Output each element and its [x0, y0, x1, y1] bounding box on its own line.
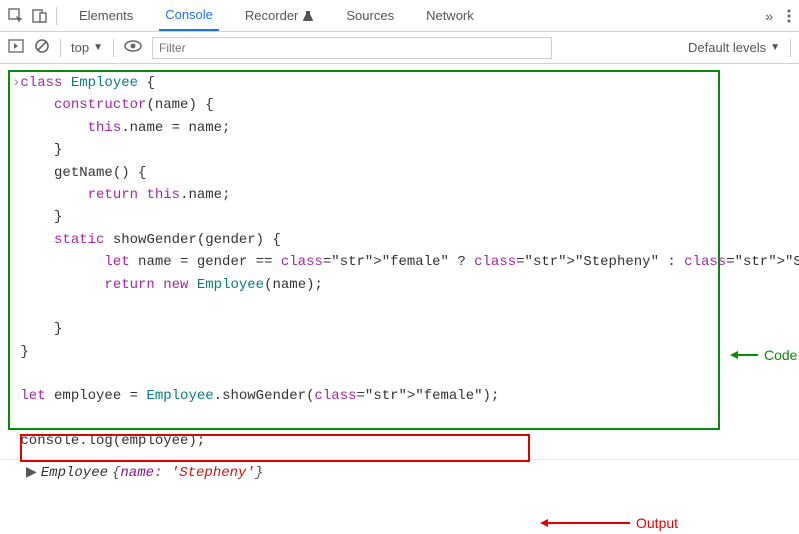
output-object-body: {name: 'Stepheny'}	[112, 462, 263, 484]
flask-icon	[302, 10, 314, 22]
tab-network[interactable]: Network	[420, 0, 480, 31]
divider	[56, 7, 57, 25]
console-input-row[interactable]: › class Employee { constructor(name) { t…	[0, 70, 799, 455]
output-annotation-label: Output	[636, 512, 678, 534]
filter-input[interactable]	[152, 37, 552, 59]
tab-recorder[interactable]: Recorder	[239, 0, 320, 31]
context-selector[interactable]: top ▼	[71, 40, 103, 55]
divider	[113, 39, 114, 57]
device-toggle-icon[interactable]	[32, 8, 48, 24]
tab-recorder-label: Recorder	[245, 8, 298, 23]
console-toolbar: top ▼ Default levels ▼	[0, 32, 799, 64]
divider	[790, 39, 791, 57]
code-block: class Employee { constructor(name) { thi…	[20, 72, 799, 453]
output-class-name: Employee	[41, 462, 108, 484]
code-annotation-label: Code	[764, 344, 797, 366]
console-body: › class Employee { constructor(name) { t…	[0, 64, 799, 486]
clear-console-icon[interactable]	[34, 38, 50, 57]
chevron-down-icon: ▼	[93, 42, 103, 53]
panel-tabs: Elements Console Recorder Sources Networ…	[73, 0, 480, 31]
more-tabs-button[interactable]: »	[765, 8, 773, 24]
tab-sources[interactable]: Sources	[340, 0, 400, 31]
log-levels-label: Default levels	[688, 40, 766, 55]
devtools-main-toolbar: Elements Console Recorder Sources Networ…	[0, 0, 799, 32]
console-output-row[interactable]: ▶ Employee {name: 'Stepheny'}	[0, 460, 799, 486]
live-expression-icon[interactable]	[124, 40, 142, 55]
tab-elements[interactable]: Elements	[73, 0, 139, 31]
inspect-icon[interactable]	[8, 8, 24, 24]
tab-console[interactable]: Console	[159, 0, 219, 31]
chevron-down-icon: ▼	[770, 42, 780, 53]
expand-triangle-icon[interactable]: ▶	[26, 462, 37, 484]
arrow-left-icon	[730, 349, 758, 361]
divider	[60, 39, 61, 57]
code-annotation: Code	[730, 344, 797, 366]
sidebar-toggle-icon[interactable]	[8, 39, 24, 56]
context-selector-label: top	[71, 40, 89, 55]
input-prompt-icon: ›	[12, 72, 20, 94]
output-annotation: Output	[540, 512, 678, 534]
arrow-left-icon	[540, 517, 630, 529]
settings-icon[interactable]	[787, 9, 791, 23]
log-levels-selector[interactable]: Default levels ▼	[688, 40, 780, 55]
